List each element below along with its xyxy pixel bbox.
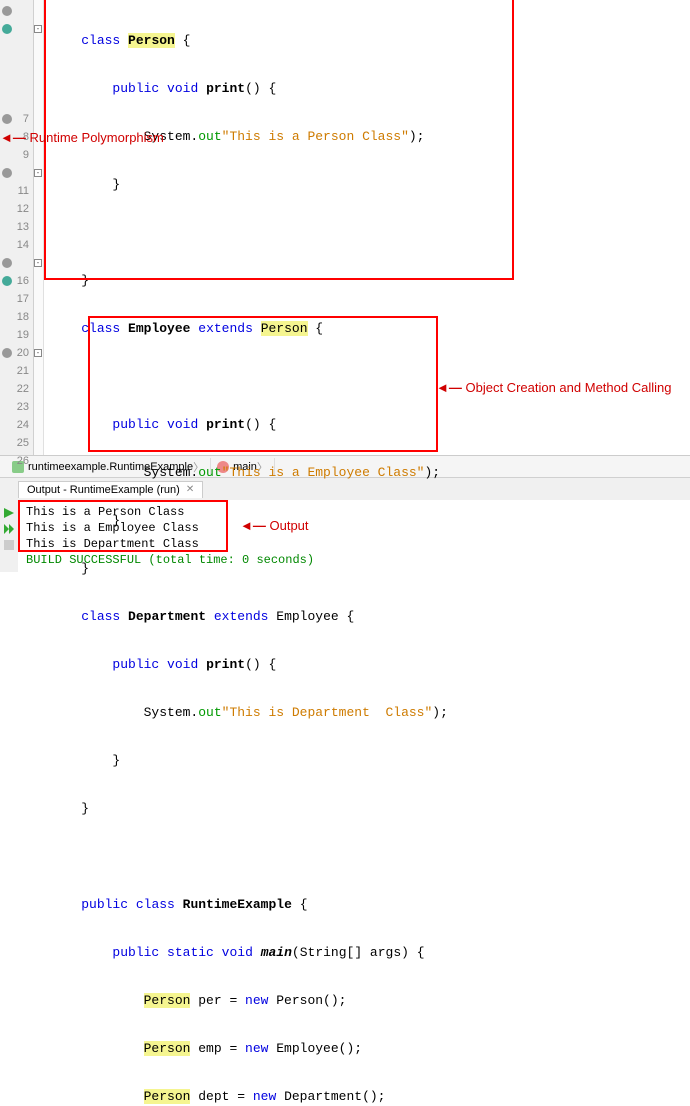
code-editor: 789111213141617181920212223242526 - - - … (0, 0, 690, 456)
arrow-icon: ◄— (240, 518, 266, 533)
arrow-icon: ◄— (436, 380, 462, 395)
annotation-polymorphism: ◄— Runtime Polymorphism (0, 130, 164, 145)
fold-icon[interactable]: - (34, 259, 42, 267)
run-icon[interactable] (2, 506, 16, 520)
fold-icon[interactable]: - (34, 25, 42, 33)
line-gutter: 789111213141617181920212223242526 (0, 0, 34, 455)
output-panel: This is a Person Class This is a Employe… (0, 500, 690, 572)
rerun-icon[interactable] (2, 522, 16, 536)
arrow-icon: ◄— (0, 130, 26, 145)
stop-icon[interactable] (2, 538, 16, 552)
fold-icon[interactable]: - (34, 169, 42, 177)
output-toolbar (0, 500, 18, 572)
annotation-output: ◄— Output (240, 518, 309, 533)
annotation-object-creation: ◄— Object Creation and Method Calling (436, 380, 671, 395)
output-console[interactable]: This is a Person Class This is a Employe… (18, 500, 690, 572)
fold-column: - - - - (34, 0, 44, 455)
fold-icon[interactable]: - (34, 349, 42, 357)
